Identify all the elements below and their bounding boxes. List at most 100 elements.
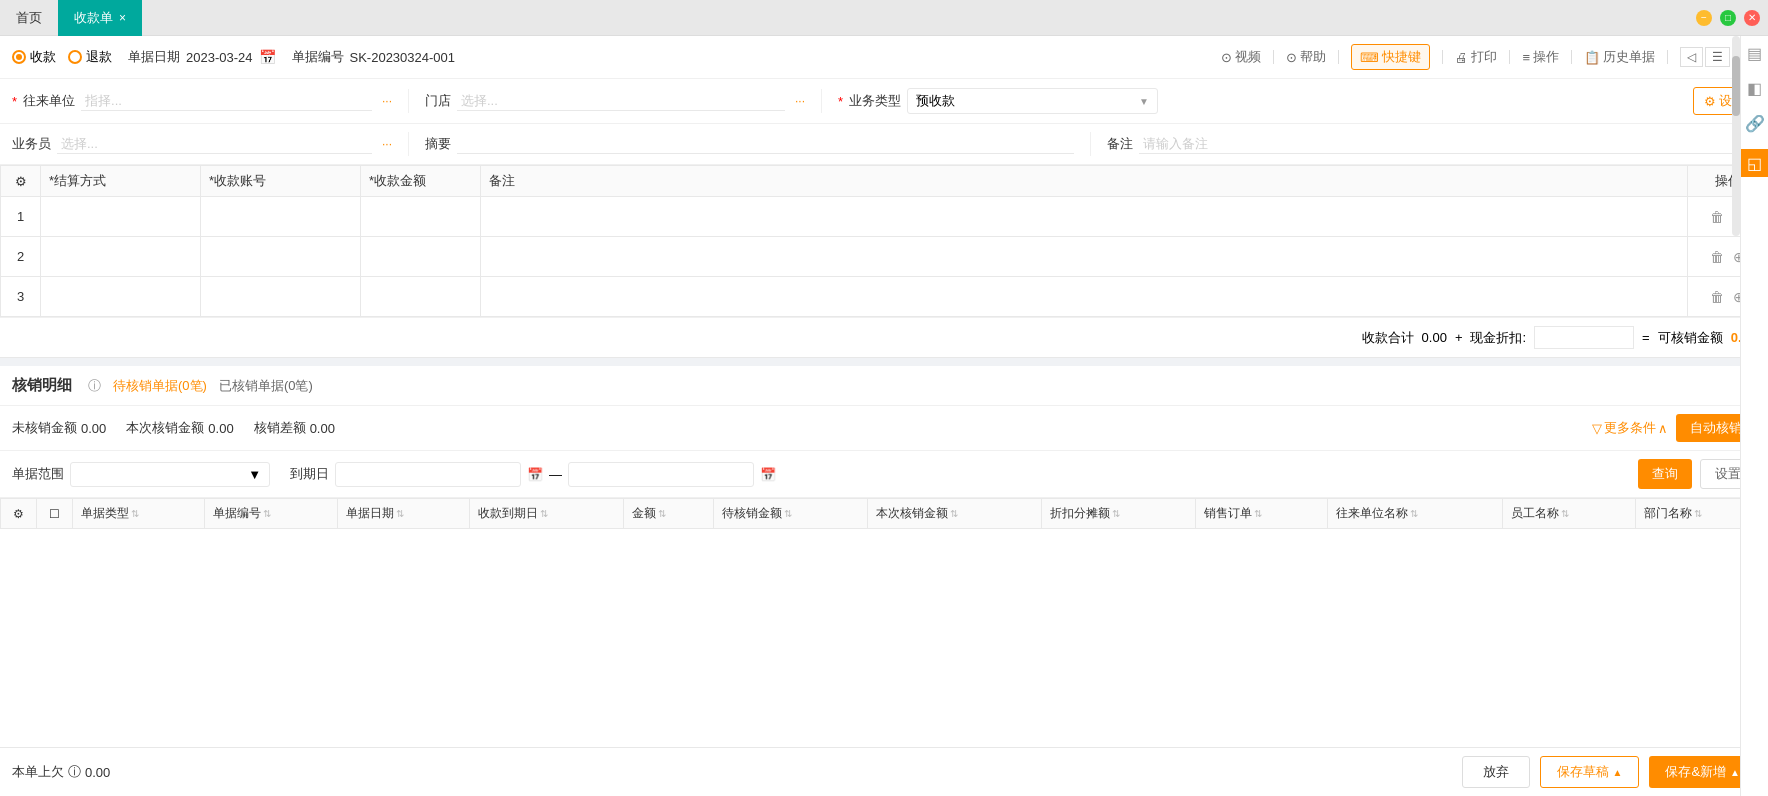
partner-input[interactable]	[81, 91, 372, 111]
notes-input[interactable]	[1139, 134, 1756, 154]
number-value: SK-20230324-001	[350, 50, 456, 65]
tab-close-icon[interactable]: ×	[119, 11, 126, 25]
calendar-from-icon[interactable]: 📅	[527, 467, 543, 482]
verify-table: ⚙ ☐ 单据类型⇅ 单据编号⇅ 单据日期⇅ 收款到期日⇅ 金额⇅ 待核销金额⇅ …	[0, 498, 1768, 529]
divider-2	[1338, 50, 1339, 64]
range-field: 单据范围 ▼	[12, 462, 270, 487]
verify-section: 核销明细 ⓘ 待核销单据(0笔) 已核销单据(0笔) 未核销金额 0.00 本次…	[0, 366, 1768, 747]
verify-header: 核销明细 ⓘ 待核销单据(0笔) 已核销单据(0笔)	[0, 366, 1768, 406]
cell-amount-3[interactable]	[361, 277, 481, 317]
discount-input[interactable]	[1534, 326, 1634, 349]
cell-payment-2[interactable]	[41, 237, 201, 277]
save-new-dropdown-icon[interactable]: ▲	[1730, 767, 1740, 778]
scrollbar-thumb[interactable]	[1732, 56, 1740, 116]
cell-payment-1[interactable]	[41, 197, 201, 237]
sidebar-icon-link[interactable]: 🔗	[1745, 114, 1765, 133]
date-from-input[interactable]: 2022-04-01	[335, 462, 521, 487]
query-button[interactable]: 查询	[1638, 459, 1692, 489]
history-link[interactable]: 📋 历史单据	[1584, 48, 1655, 66]
sidebar-icon-panel[interactable]: ◧	[1747, 79, 1762, 98]
cell-amount-1[interactable]	[361, 197, 481, 237]
radio-receipt[interactable]: 收款	[12, 48, 56, 66]
sidebar-icon-table[interactable]: ▤	[1747, 44, 1762, 63]
sidebar-icon-expand[interactable]: ◱	[1741, 149, 1769, 177]
partner-more-icon[interactable]: ···	[382, 94, 392, 108]
staff-more-icon[interactable]: ···	[382, 137, 392, 151]
close-button[interactable]: ✕	[1744, 10, 1760, 26]
print-link[interactable]: 🖨 打印	[1455, 48, 1497, 66]
range-select[interactable]: ▼	[70, 462, 270, 487]
shortcut-link[interactable]: ⌨ 快捷键	[1351, 44, 1430, 70]
minimize-button[interactable]: −	[1696, 10, 1712, 26]
col-payment-header: *结算方式	[41, 166, 201, 197]
cell-payment-3[interactable]	[41, 277, 201, 317]
vcol-pending: 待核销金额⇅	[713, 499, 867, 529]
separator-3	[408, 132, 409, 156]
available-label: 可核销金额	[1658, 329, 1723, 347]
vcol-checkbox[interactable]: ☐	[37, 499, 73, 529]
cell-amount-2[interactable]	[361, 237, 481, 277]
table-row: 2 🗑 ⊕	[1, 237, 1768, 277]
col-settings-header[interactable]: ⚙	[1, 166, 41, 197]
history-icon: 📋	[1584, 50, 1600, 65]
view-btn-1[interactable]: ◁	[1680, 47, 1703, 67]
separator-2	[821, 89, 822, 113]
tab-bar: 首页 收款单 × − □ ✕	[0, 0, 1768, 36]
maximize-button[interactable]: □	[1720, 10, 1736, 26]
radio-refund[interactable]: 退款	[68, 48, 112, 66]
cell-account-1[interactable]	[201, 197, 361, 237]
radio-refund-dot	[68, 50, 82, 64]
separator-4	[1090, 132, 1091, 156]
cell-notes-1[interactable]	[481, 197, 1688, 237]
radio-group: 收款 退款	[12, 48, 112, 66]
vcol-settings[interactable]: ⚙	[1, 499, 37, 529]
delete-icon-3[interactable]: 🗑	[1710, 289, 1724, 305]
stat-diff: 核销差额 0.00	[254, 419, 335, 437]
right-sidebar: ▤ ◧ 🔗 ◱	[1740, 36, 1768, 796]
main-content: 收款 退款 单据日期 2023-03-24 📅 单据编号 SK-20230324…	[0, 36, 1768, 796]
business-type-select[interactable]: 预收款 ▼	[907, 88, 1158, 114]
operation-link[interactable]: ≡ 操作	[1522, 48, 1559, 66]
save-draft-dropdown-icon[interactable]: ▲	[1613, 767, 1623, 778]
delete-icon-2[interactable]: 🗑	[1710, 249, 1724, 265]
summary-input[interactable]	[457, 134, 1074, 154]
pending-tab[interactable]: 待核销单据(0笔)	[113, 377, 207, 395]
divider-1	[1273, 50, 1274, 64]
store-more-icon[interactable]: ···	[795, 94, 805, 108]
help-link[interactable]: ⊙ 帮助	[1286, 48, 1326, 66]
done-tab[interactable]: 已核销单据(0笔)	[219, 377, 313, 395]
video-icon: ⊙	[1221, 50, 1232, 65]
cell-account-3[interactable]	[201, 277, 361, 317]
verify-info-icon[interactable]: ⓘ	[88, 377, 101, 395]
filter-row: ▽ 更多条件 ∧ 自动核销	[1592, 414, 1756, 442]
vcol-due-date: 收款到期日⇅	[470, 499, 624, 529]
scrollbar[interactable]	[1732, 36, 1740, 236]
toolbar-actions: ⊙ 视频 ⊙ 帮助 ⌨ 快捷键 🖨 打印	[1221, 44, 1756, 70]
receipt-table: ⚙ *结算方式 *收款账号 *收款金额 备注	[0, 165, 1768, 317]
stat-unchecked: 未核销金额 0.00	[12, 419, 106, 437]
calendar-to-icon[interactable]: 📅	[760, 467, 776, 482]
toolbar-row: 收款 退款 单据日期 2023-03-24 📅 单据编号 SK-20230324…	[0, 36, 1768, 79]
discount-label: 现金折扣:	[1470, 329, 1526, 347]
vcol-doc-type: 单据类型⇅	[73, 499, 205, 529]
cell-account-2[interactable]	[201, 237, 361, 277]
calendar-icon[interactable]: 📅	[259, 49, 276, 65]
date-field-group: 单据日期 2023-03-24 📅	[128, 48, 276, 66]
bottom-bar: 本单上欠 ⓘ 0.00 放弃 保存草稿 ▲ 保存&新增 ▲	[0, 747, 1768, 796]
cell-notes-3[interactable]	[481, 277, 1688, 317]
video-link[interactable]: ⊙ 视频	[1221, 48, 1261, 66]
row-num-1: 1	[1, 197, 41, 237]
tab-home[interactable]: 首页	[0, 0, 58, 36]
store-input[interactable]	[457, 91, 785, 111]
tab-receipt[interactable]: 收款单 ×	[58, 0, 142, 36]
delete-icon-1[interactable]: 🗑	[1710, 209, 1724, 225]
abandon-button[interactable]: 放弃	[1462, 756, 1530, 788]
date-to-input[interactable]: 2022-04-12	[568, 462, 754, 487]
vcol-amount: 金额⇅	[623, 499, 713, 529]
more-conditions-link[interactable]: ▽ 更多条件 ∧	[1592, 419, 1668, 437]
cell-notes-2[interactable]	[481, 237, 1688, 277]
row-num-2: 2	[1, 237, 41, 277]
view-btn-list[interactable]: ☰	[1705, 47, 1730, 67]
staff-input[interactable]	[57, 134, 372, 154]
save-draft-button[interactable]: 保存草稿 ▲	[1540, 756, 1640, 788]
